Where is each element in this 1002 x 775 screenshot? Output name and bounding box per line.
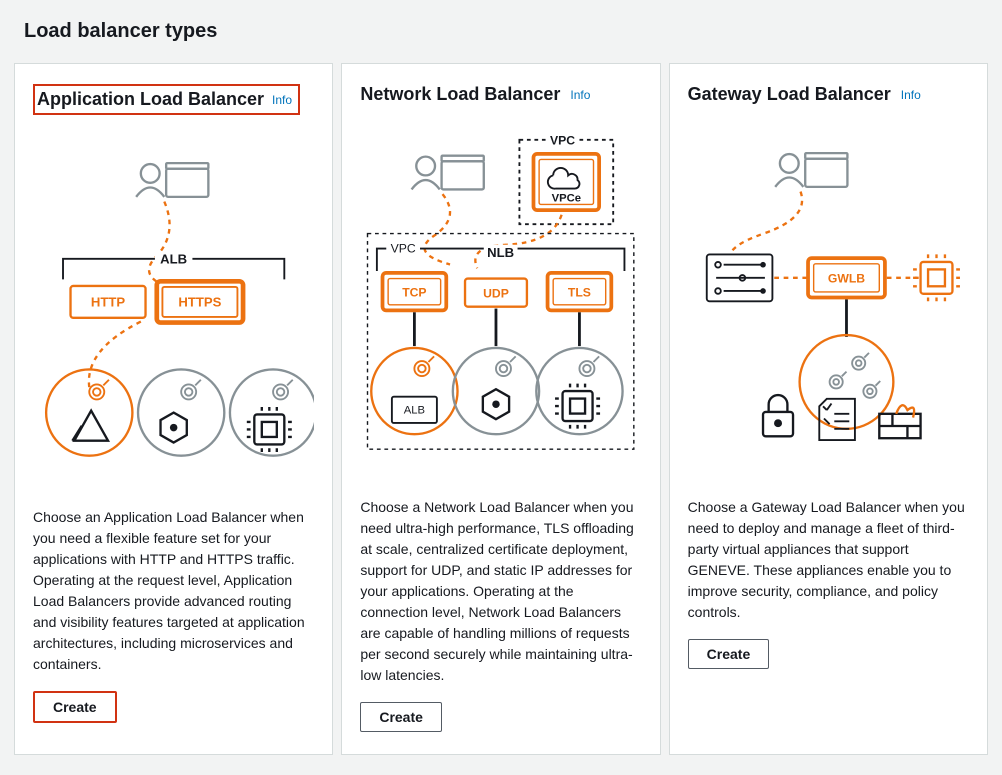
page-container: Load balancer types Application Load Bal…: [0, 0, 1002, 775]
svg-text:TLS: TLS: [568, 285, 591, 299]
protocol-http-box: HTTP: [71, 286, 146, 318]
card-title-row: Network Load Balancer Info: [360, 84, 641, 105]
nlb-diagram-svg: VPC VPCe: [360, 121, 641, 477]
chip-icon: [913, 254, 960, 301]
card-title-row: Application Load Balancer Info: [33, 84, 314, 115]
card-description: Choose an Application Load Balancer when…: [33, 507, 314, 675]
create-button[interactable]: Create: [360, 702, 442, 732]
alb-label: ALB: [160, 251, 187, 266]
svg-text:GWLB: GWLB: [828, 271, 865, 285]
svg-text:VPCe: VPCe: [552, 192, 581, 204]
dashed-path-icon: [729, 191, 801, 259]
dashed-path-icon: [425, 194, 450, 264]
lambda-icon: [74, 410, 108, 440]
user-icon: [412, 156, 484, 190]
target-circle-hex: [453, 348, 539, 434]
protocol-https-box: HTTPS: [157, 281, 243, 322]
target-circle-3: [230, 369, 314, 455]
card-application-load-balancer: Application Load Balancer Info: [14, 63, 333, 755]
card-description: Choose a Gateway Load Balancer when you …: [688, 497, 969, 623]
vpc-label: VPC: [550, 133, 575, 147]
protocol-tcp-box: TCP: [383, 273, 447, 311]
cards-row: Application Load Balancer Info: [0, 63, 1002, 755]
alb-diagram: ALB HTTP HTTPS: [33, 129, 314, 489]
card-title: Network Load Balancer: [360, 84, 560, 105]
page-title: Load balancer types: [0, 0, 1002, 63]
svg-text:UDP: UDP: [483, 286, 509, 300]
firewall-icon: [879, 405, 920, 438]
card-gateway-load-balancer: Gateway Load Balancer Info: [669, 63, 988, 755]
highlight-alb-title: Application Load Balancer Info: [33, 84, 300, 115]
nlb-diagram: VPC VPCe: [360, 119, 641, 479]
user-icon: [775, 153, 847, 187]
card-title: Gateway Load Balancer: [688, 84, 891, 105]
target-circle-chip: [537, 348, 623, 434]
card-title: Application Load Balancer: [37, 89, 264, 110]
target-circle-1: [46, 369, 132, 455]
switch-box-icon: [706, 254, 772, 301]
gwlb-diagram-svg: GWLB: [688, 140, 969, 459]
card-description: Choose a Network Load Balancer when you …: [360, 497, 641, 686]
chip-icon: [247, 407, 292, 452]
card-network-load-balancer: Network Load Balancer Info VPC: [341, 63, 660, 755]
target-icons: [829, 352, 880, 397]
vpc-label-2: VPC: [391, 241, 416, 255]
alb-diagram-svg: ALB HTTP HTTPS: [33, 150, 314, 469]
vpce-box: VPCe: [534, 154, 600, 210]
card-title-row: Gateway Load Balancer Info: [688, 84, 969, 105]
user-icon: [136, 163, 208, 197]
info-link[interactable]: Info: [272, 93, 292, 107]
protocol-tls-box: TLS: [548, 273, 612, 311]
gwlb-diagram: GWLB: [688, 119, 969, 479]
info-link[interactable]: Info: [901, 88, 921, 102]
protocol-udp-box: UDP: [465, 278, 527, 306]
lock-icon: [763, 395, 793, 436]
svg-text:HTTP: HTTP: [91, 294, 125, 309]
svg-text:ALB: ALB: [404, 404, 425, 416]
gwlb-box: GWLB: [808, 258, 885, 297]
info-link[interactable]: Info: [570, 88, 590, 102]
nlb-label: NLB: [488, 245, 515, 260]
svg-text:HTTPS: HTTPS: [178, 294, 221, 309]
svg-text:TCP: TCP: [403, 285, 427, 299]
checklist-icon: [819, 398, 855, 439]
target-circle-2: [138, 369, 224, 455]
create-button[interactable]: Create: [688, 639, 770, 669]
create-button[interactable]: Create: [33, 691, 117, 723]
chip-icon: [555, 383, 600, 428]
target-circle-alb: ALB: [372, 348, 458, 434]
